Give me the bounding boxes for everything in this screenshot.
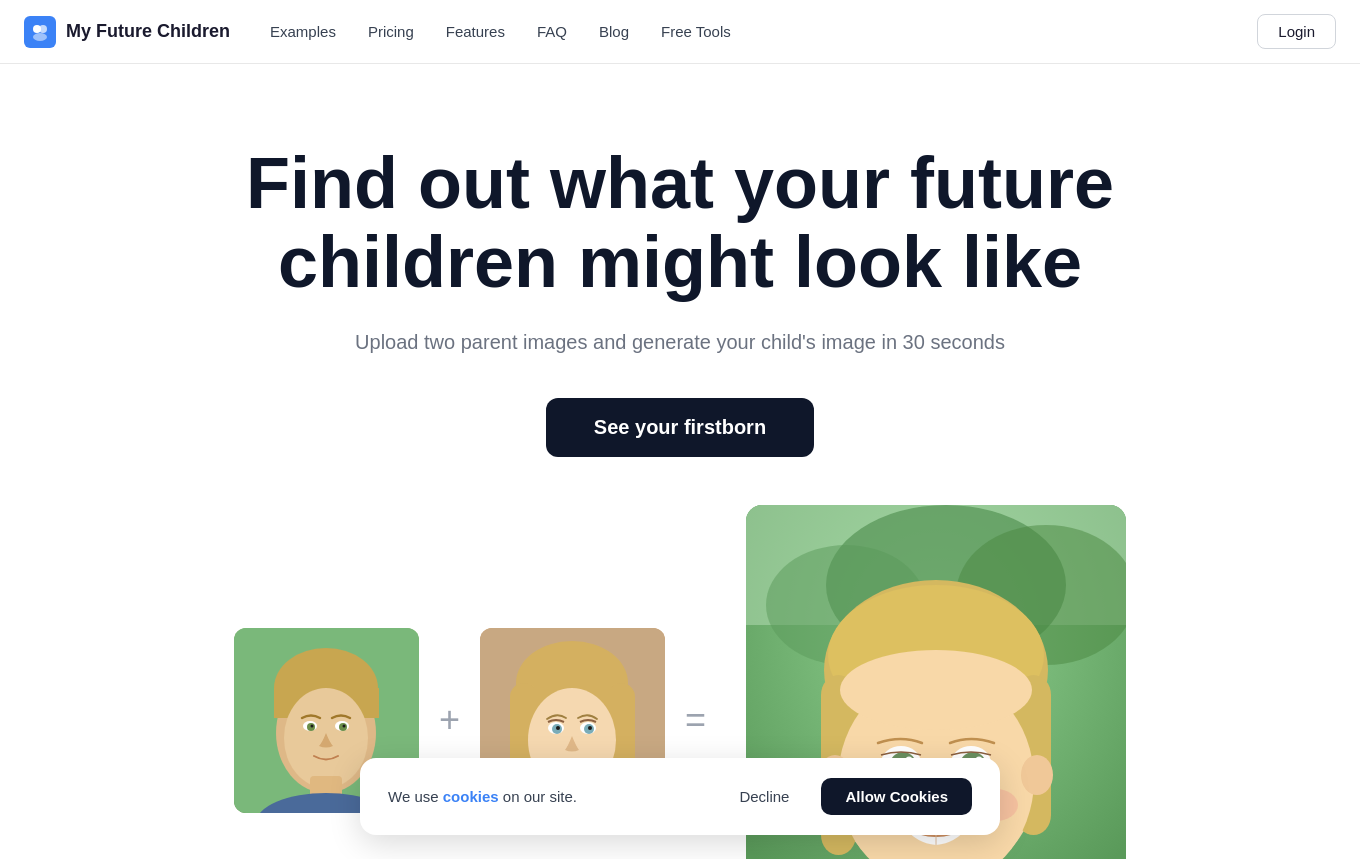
nav-link-free-tools[interactable]: Free Tools <box>661 23 731 40</box>
hero-subheading: Upload two parent images and generate yo… <box>24 326 1336 358</box>
hero-section: Find out what your future children might… <box>0 64 1360 505</box>
nav-link-blog[interactable]: Blog <box>599 23 629 40</box>
logo-icon <box>24 16 56 48</box>
svg-point-2 <box>33 33 47 41</box>
svg-point-45 <box>840 650 1032 730</box>
svg-point-27 <box>556 726 560 730</box>
cookie-banner: We use cookies on our site. Decline Allo… <box>360 758 1000 835</box>
svg-point-13 <box>342 724 345 727</box>
hero-headline: Find out what your future children might… <box>230 144 1130 302</box>
decline-button[interactable]: Decline <box>719 778 809 815</box>
logo-link[interactable]: My Future Children <box>24 16 230 48</box>
svg-point-28 <box>588 726 592 730</box>
svg-point-1 <box>39 25 47 33</box>
navbar: My Future Children Examples Pricing Feat… <box>0 0 1360 64</box>
logo-text: My Future Children <box>66 21 230 42</box>
allow-cookies-button[interactable]: Allow Cookies <box>821 778 972 815</box>
nav-right: Login <box>1257 14 1336 49</box>
login-button[interactable]: Login <box>1257 14 1336 49</box>
nav-links: Examples Pricing Features FAQ Blog Free … <box>270 23 1257 40</box>
nav-link-pricing[interactable]: Pricing <box>368 23 414 40</box>
cookie-text: We use cookies on our site. <box>388 788 695 805</box>
plus-operator: + <box>419 699 480 741</box>
nav-link-faq[interactable]: FAQ <box>537 23 567 40</box>
svg-point-47 <box>1021 755 1053 795</box>
nav-link-examples[interactable]: Examples <box>270 23 336 40</box>
equals-operator: = <box>665 699 726 741</box>
svg-point-12 <box>310 724 313 727</box>
cookie-actions: Decline Allow Cookies <box>719 778 972 815</box>
nav-link-features[interactable]: Features <box>446 23 505 40</box>
cookie-text-after: on our site. <box>499 788 577 805</box>
cta-button[interactable]: See your firstborn <box>546 398 814 457</box>
cookie-text-before: We use <box>388 788 443 805</box>
cookie-link[interactable]: cookies <box>443 788 499 805</box>
